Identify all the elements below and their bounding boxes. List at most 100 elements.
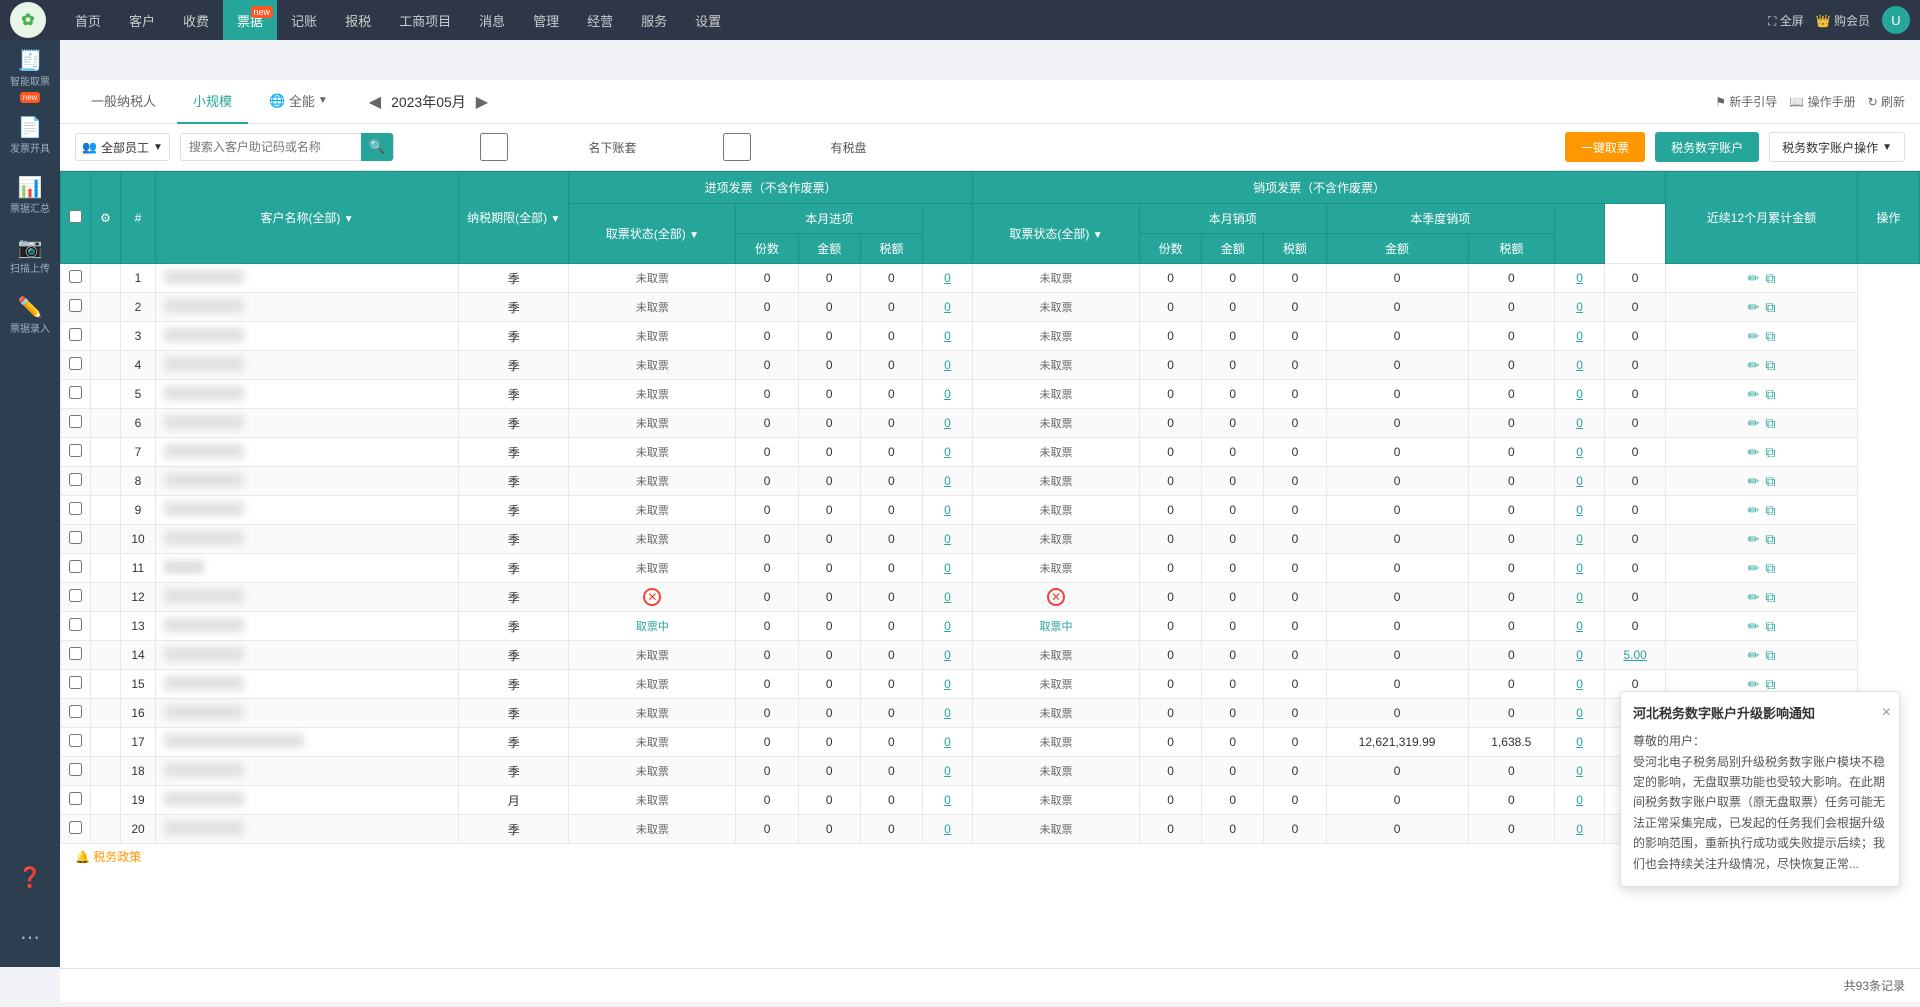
logo[interactable]: ✿ bbox=[10, 2, 46, 38]
select-all-checkbox[interactable] bbox=[69, 210, 82, 223]
in-detail-link[interactable]: 0 bbox=[944, 764, 951, 778]
row-checkbox[interactable] bbox=[69, 444, 82, 457]
edit-icon[interactable]: ✏ bbox=[1748, 618, 1760, 635]
row-checkbox[interactable] bbox=[69, 299, 82, 312]
out-detail-link[interactable]: 0 bbox=[1576, 793, 1583, 807]
sidebar-item-entry[interactable]: ✏️ 票据录入 bbox=[0, 285, 60, 345]
copy-icon[interactable]: ⧉ bbox=[1765, 299, 1775, 316]
edit-icon[interactable]: ✏ bbox=[1748, 357, 1760, 374]
header-customer[interactable]: 客户名称(全部) ▼ bbox=[156, 172, 459, 264]
row-checkbox-cell[interactable] bbox=[61, 786, 91, 815]
row-settings-cell[interactable] bbox=[91, 322, 121, 351]
row-checkbox-cell[interactable] bbox=[61, 293, 91, 322]
row-checkbox-cell[interactable] bbox=[61, 612, 91, 641]
out-detail-link[interactable]: 0 bbox=[1576, 532, 1583, 546]
sidebar-item-summary[interactable]: 📊 票据汇总 bbox=[0, 165, 60, 225]
copy-icon[interactable]: ⧉ bbox=[1765, 560, 1775, 577]
row-settings-cell[interactable] bbox=[91, 728, 121, 757]
in-detail-link[interactable]: 0 bbox=[944, 619, 951, 633]
row-settings-cell[interactable] bbox=[91, 815, 121, 844]
in-detail-link[interactable]: 0 bbox=[944, 735, 951, 749]
out-detail-link[interactable]: 0 bbox=[1576, 822, 1583, 836]
row-checkbox[interactable] bbox=[69, 792, 82, 805]
member-btn[interactable]: 👑 购会员 bbox=[1816, 12, 1870, 29]
edit-icon[interactable]: ✏ bbox=[1748, 299, 1760, 316]
row-settings-cell[interactable] bbox=[91, 409, 121, 438]
row-checkbox[interactable] bbox=[69, 763, 82, 776]
copy-icon[interactable]: ⧉ bbox=[1765, 444, 1775, 461]
out-detail-link[interactable]: 0 bbox=[1576, 300, 1583, 314]
in-detail-link[interactable]: 0 bbox=[944, 503, 951, 517]
edit-icon[interactable]: ✏ bbox=[1748, 589, 1760, 606]
in-detail-link[interactable]: 0 bbox=[944, 474, 951, 488]
nav-account[interactable]: 记账 bbox=[277, 0, 331, 40]
row-settings-cell[interactable] bbox=[91, 351, 121, 380]
edit-icon[interactable]: ✏ bbox=[1748, 444, 1760, 461]
row-checkbox[interactable] bbox=[69, 328, 82, 341]
tab-all[interactable]: 🌐 全能 ▼ bbox=[253, 80, 344, 124]
header-settings[interactable]: ⚙ bbox=[91, 172, 121, 264]
out-detail-link[interactable]: 0 bbox=[1576, 677, 1583, 691]
edit-icon[interactable]: ✏ bbox=[1748, 560, 1760, 577]
out-detail-link[interactable]: 0 bbox=[1576, 416, 1583, 430]
row-checkbox-cell[interactable] bbox=[61, 670, 91, 699]
row-checkbox[interactable] bbox=[69, 734, 82, 747]
in-detail-link[interactable]: 0 bbox=[944, 300, 951, 314]
row-checkbox-cell[interactable] bbox=[61, 380, 91, 409]
nav-settings[interactable]: 设置 bbox=[681, 0, 735, 40]
copy-icon[interactable]: ⧉ bbox=[1765, 531, 1775, 548]
row-settings-cell[interactable] bbox=[91, 293, 121, 322]
copy-icon[interactable]: ⧉ bbox=[1765, 357, 1775, 374]
row-checkbox[interactable] bbox=[69, 415, 82, 428]
in-detail-link[interactable]: 0 bbox=[944, 416, 951, 430]
prev-period-btn[interactable]: ◀ bbox=[369, 92, 381, 112]
nav-home[interactable]: 首页 bbox=[61, 0, 115, 40]
copy-icon[interactable]: ⧉ bbox=[1765, 676, 1775, 693]
nav-message[interactable]: 消息 bbox=[465, 0, 519, 40]
row-settings-cell[interactable] bbox=[91, 554, 121, 583]
sidebar-item-scan[interactable]: 📷 扫描上传 bbox=[0, 225, 60, 285]
row-settings-cell[interactable] bbox=[91, 612, 121, 641]
edit-icon[interactable]: ✏ bbox=[1748, 647, 1760, 664]
row-checkbox-cell[interactable] bbox=[61, 351, 91, 380]
row-checkbox[interactable] bbox=[69, 270, 82, 283]
notification-close-btn[interactable]: × bbox=[1882, 700, 1891, 726]
nav-ticket[interactable]: 票据 new bbox=[223, 0, 277, 40]
row-checkbox[interactable] bbox=[69, 473, 82, 486]
in-detail-link[interactable]: 0 bbox=[944, 445, 951, 459]
row-checkbox[interactable] bbox=[69, 647, 82, 660]
row-checkbox[interactable] bbox=[69, 531, 82, 544]
next-period-btn[interactable]: ▶ bbox=[476, 92, 488, 112]
row-settings-cell[interactable] bbox=[91, 757, 121, 786]
row-checkbox-cell[interactable] bbox=[61, 322, 91, 351]
out-detail-link[interactable]: 0 bbox=[1576, 503, 1583, 517]
out-detail-link[interactable]: 0 bbox=[1576, 358, 1583, 372]
sidebar-item-smart-ticket[interactable]: 🧾 智能取票 new bbox=[0, 45, 60, 105]
nav-service[interactable]: 服务 bbox=[627, 0, 681, 40]
search-button[interactable]: 🔍 bbox=[361, 133, 394, 161]
out-detail-link[interactable]: 0 bbox=[1576, 474, 1583, 488]
row-checkbox[interactable] bbox=[69, 386, 82, 399]
row-checkbox-cell[interactable] bbox=[61, 525, 91, 554]
edit-icon[interactable]: ✏ bbox=[1748, 676, 1760, 693]
in-detail-link[interactable]: 0 bbox=[944, 648, 951, 662]
nav-client[interactable]: 客户 bbox=[115, 0, 169, 40]
edit-icon[interactable]: ✏ bbox=[1748, 415, 1760, 432]
row-checkbox-cell[interactable] bbox=[61, 409, 91, 438]
row-checkbox-cell[interactable] bbox=[61, 757, 91, 786]
copy-icon[interactable]: ⧉ bbox=[1765, 473, 1775, 490]
refresh-link[interactable]: ↻ 刷新 bbox=[1868, 93, 1905, 110]
row-checkbox[interactable] bbox=[69, 705, 82, 718]
out-detail-link[interactable]: 0 bbox=[1576, 387, 1583, 401]
sidebar-item-invoice[interactable]: 📄 发票开具 bbox=[0, 105, 60, 165]
row-checkbox[interactable] bbox=[69, 676, 82, 689]
row-checkbox-cell[interactable] bbox=[61, 554, 91, 583]
copy-icon[interactable]: ⧉ bbox=[1765, 270, 1775, 287]
copy-icon[interactable]: ⧉ bbox=[1765, 647, 1775, 664]
guide-link[interactable]: ⚑ 新手引导 bbox=[1715, 93, 1777, 110]
in-detail-link[interactable]: 0 bbox=[944, 793, 951, 807]
row-checkbox-cell[interactable] bbox=[61, 496, 91, 525]
name-account-checkbox-label[interactable]: 名下账套 bbox=[404, 133, 636, 161]
edit-icon[interactable]: ✏ bbox=[1748, 270, 1760, 287]
name-account-checkbox[interactable] bbox=[404, 133, 584, 161]
